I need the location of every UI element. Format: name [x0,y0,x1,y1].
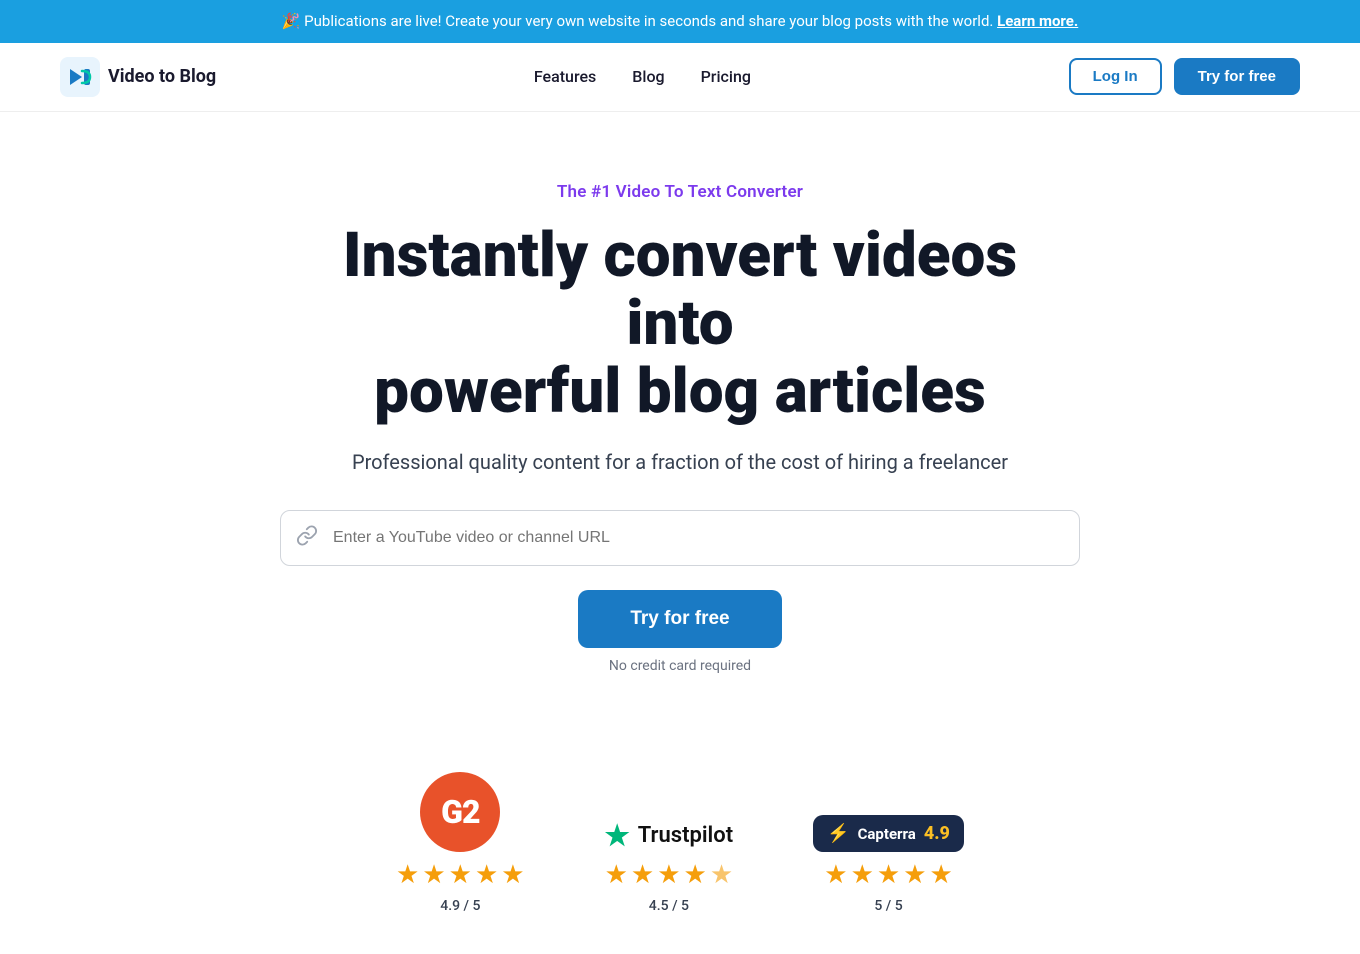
star-2: ★ [422,860,445,890]
star-5-half: ★ [710,860,733,890]
star-3: ★ [657,860,680,890]
hero-subtitle: Professional quality content for a fract… [320,450,1040,474]
g2-rating: G2 ★ ★ ★ ★ ★ 4.9 / 5 [396,772,525,914]
nav-try-button[interactable]: Try for free [1174,58,1300,95]
nav-links: Features Blog Pricing [534,67,751,86]
cta-wrapper: Try for free No credit card required [20,590,1340,674]
star-1: ★ [824,860,847,890]
capterra-label: Capterra [858,825,916,843]
url-input[interactable] [280,510,1080,566]
banner-emoji: 🎉 [282,12,301,30]
hero-tagline: The #1 Video To Text Converter [20,182,1340,202]
main-nav: Video to Blog Features Blog Pricing Log … [0,43,1360,112]
logo[interactable]: Video to Blog [60,57,216,97]
capterra-badge: ⚡ Capterra 4.9 [813,815,964,852]
g2-score: 4.9 / 5 [440,898,480,914]
banner-text: Publications are live! Create your very … [304,12,993,30]
g2-badge: G2 [420,772,500,852]
nav-pricing-link[interactable]: Pricing [701,67,751,86]
hero-title: Instantly convert videos into powerful b… [290,222,1070,427]
star-2: ★ [851,860,874,890]
star-2: ★ [631,860,654,890]
url-input-wrapper [280,510,1080,566]
trustpilot-stars: ★ ★ ★ ★ ★ [605,860,734,890]
g2-label: G2 [441,793,479,831]
announcement-banner: 🎉 Publications are live! Create your ver… [0,0,1360,43]
logo-text: Video to Blog [108,66,216,87]
login-button[interactable]: Log In [1069,58,1162,95]
hero-title-line1: Instantly convert videos into [343,219,1017,360]
try-free-button[interactable]: Try for free [578,590,781,648]
capterra-score-text: 5 / 5 [874,898,902,914]
star-3: ★ [449,860,472,890]
star-4: ★ [684,860,707,890]
link-icon [296,525,318,552]
star-4: ★ [475,860,498,890]
trustpilot-star-icon: ★ [605,819,630,852]
banner-learn-more-link[interactable]: Learn more. [997,12,1078,30]
hero-section: The #1 Video To Text Converter Instantly… [0,112,1360,725]
g2-stars: ★ ★ ★ ★ ★ [396,860,525,890]
ratings-section: G2 ★ ★ ★ ★ ★ 4.9 / 5 ★ Trustpilot ★ ★ ★ … [0,724,1360,954]
nav-features-link[interactable]: Features [534,67,596,86]
star-5: ★ [501,860,524,890]
capterra-lightning-icon: ⚡ [827,823,849,844]
star-5: ★ [930,860,953,890]
trustpilot-badge: ★ Trustpilot [605,819,733,852]
capterra-rating: ⚡ Capterra 4.9 ★ ★ ★ ★ ★ 5 / 5 [813,815,964,914]
capterra-score-value: 4.9 [924,823,950,844]
star-1: ★ [396,860,419,890]
star-1: ★ [605,860,628,890]
trustpilot-label: Trustpilot [638,823,733,848]
hero-title-line2: powerful blog articles [374,355,986,428]
nav-actions: Log In Try for free [1069,58,1300,95]
star-3: ★ [877,860,900,890]
trustpilot-rating: ★ Trustpilot ★ ★ ★ ★ ★ 4.5 / 5 [605,819,734,914]
capterra-stars: ★ ★ ★ ★ ★ [824,860,953,890]
star-4: ★ [903,860,926,890]
logo-icon [60,57,100,97]
no-credit-text: No credit card required [20,658,1340,674]
trustpilot-score: 4.5 / 5 [649,898,689,914]
nav-blog-link[interactable]: Blog [632,67,664,86]
